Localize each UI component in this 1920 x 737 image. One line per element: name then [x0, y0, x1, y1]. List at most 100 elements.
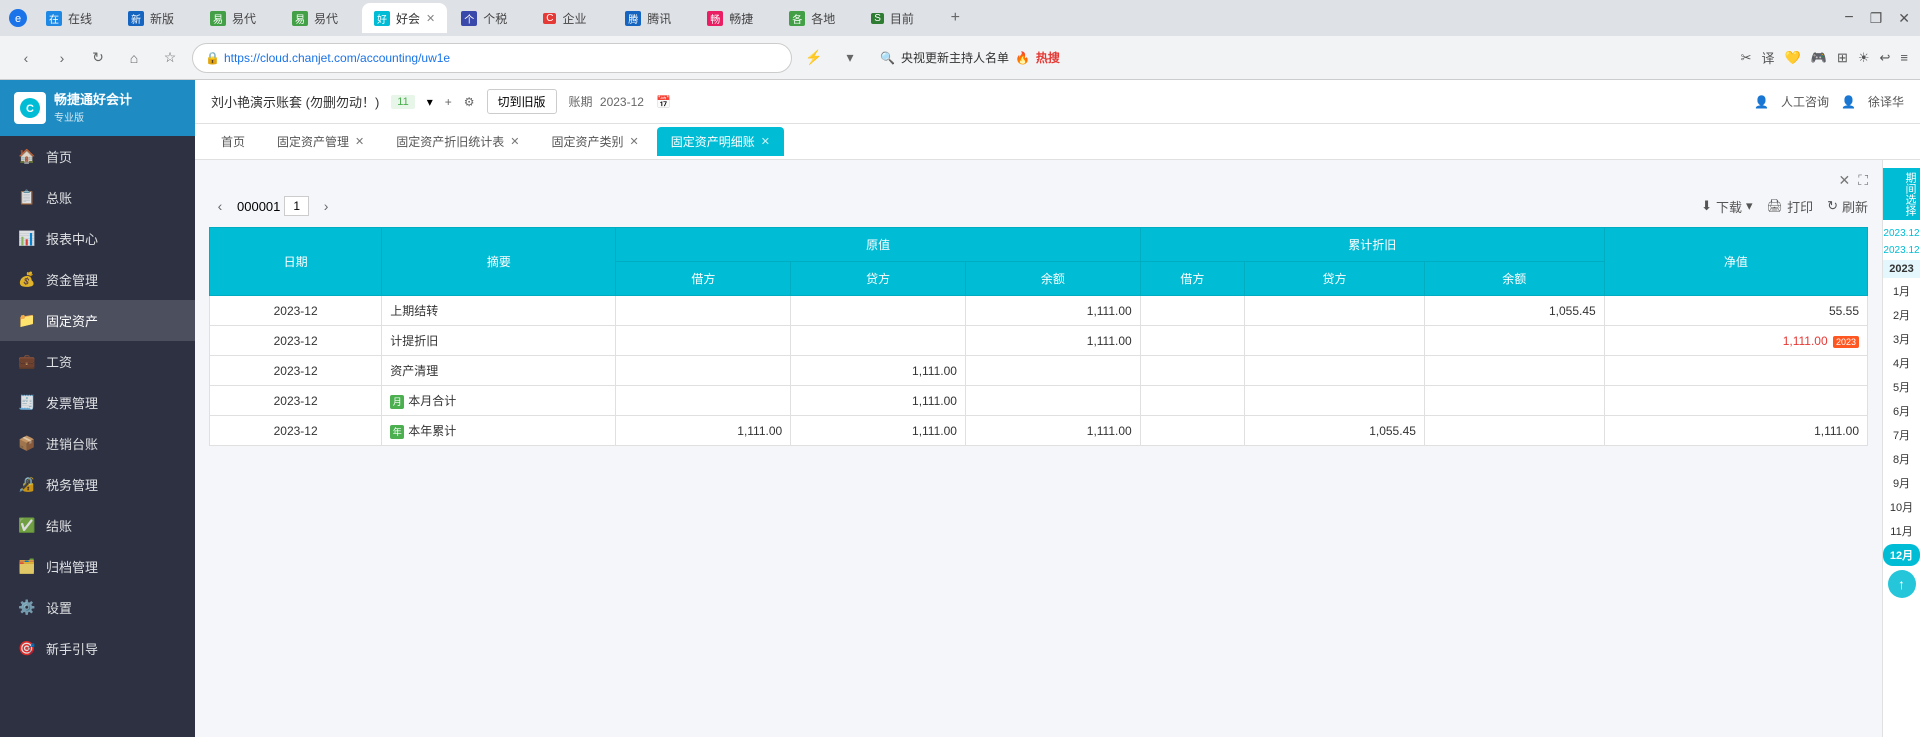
period-month-9[interactable]: 9月 — [1883, 472, 1920, 494]
scroll-top-btn[interactable]: ↑ — [1888, 570, 1916, 598]
sidebar-item-fixed-assets[interactable]: 📁 固定资产 — [0, 300, 195, 341]
tab-changjie[interactable]: 畅 畅捷 — [695, 3, 775, 33]
page-tab-detail-ledger[interactable]: 固定资产明细账 ✕ — [657, 127, 784, 156]
window-minimize-btn[interactable]: − — [1838, 9, 1859, 27]
scissors-icon[interactable]: ✂ — [1741, 50, 1752, 66]
tab-qiye[interactable]: C 企业 — [531, 3, 611, 33]
sidebar-item-tax[interactable]: 🔏 税务管理 — [0, 464, 195, 505]
period-month-8[interactable]: 8月 — [1883, 448, 1920, 470]
refresh-btn[interactable]: ↻ — [84, 44, 112, 72]
switch-version-btn[interactable]: 切到旧版 — [487, 89, 557, 114]
new-tab-button[interactable]: + — [941, 4, 969, 32]
cell-date: 2023-12 — [210, 326, 382, 356]
refresh-table-btn[interactable]: ↻ 刷新 — [1827, 197, 1868, 216]
archive-icon: 🗂️ — [18, 558, 36, 576]
brightness-icon[interactable]: ☀ — [1858, 50, 1870, 66]
app-header: 刘小艳演示账套 (勿删勿动！) 11 ▾ + ⚙ 切到旧版 账期 2023-12… — [195, 80, 1920, 124]
add-account-btn[interactable]: + — [445, 95, 452, 109]
back-btn[interactable]: ‹ — [12, 44, 40, 72]
sidebar-item-closing[interactable]: ✅ 结账 — [0, 505, 195, 546]
address-bar[interactable]: 🔒 https://cloud.chanjet.com/accounting/u… — [192, 43, 792, 73]
period-month-11[interactable]: 11月 — [1883, 520, 1920, 542]
tab-geshui[interactable]: 个 个税 — [449, 3, 529, 33]
settings-btn[interactable]: ⚙ — [464, 95, 475, 109]
tab-haokuai[interactable]: 好 好会 ✕ — [362, 3, 447, 33]
close-panel-icon[interactable]: ✕ — [1838, 172, 1850, 189]
page-num-input[interactable]: 1 — [284, 196, 309, 216]
period-month-3[interactable]: 3月 — [1883, 328, 1920, 350]
expand-icon[interactable]: ⛶ — [1858, 172, 1868, 189]
page-tab-depreciation[interactable]: 固定资产折旧统计表 ✕ — [382, 127, 533, 156]
cell-date: 2023-12 — [210, 296, 382, 326]
tab-close-icon[interactable]: ✕ — [426, 12, 435, 25]
cell-orig-credit: 1,111.00 — [791, 416, 966, 446]
period-month-4[interactable]: 4月 — [1883, 352, 1920, 374]
bookmark-btn[interactable]: ☆ — [156, 44, 184, 72]
sidebar-item-payroll[interactable]: 💼 工资 — [0, 341, 195, 382]
period-month-2[interactable]: 2月 — [1883, 304, 1920, 326]
search-icon: 🔍 — [880, 51, 895, 65]
calendar-icon[interactable]: 📅 — [656, 95, 671, 109]
cell-summary: 资产清理 — [382, 356, 616, 386]
tab-online[interactable]: 在 在线 — [34, 3, 114, 33]
page-tab-home[interactable]: 首页 — [207, 127, 259, 156]
period-month-6[interactable]: 6月 — [1883, 400, 1920, 422]
grid-icon[interactable]: ⊞ — [1837, 50, 1848, 66]
cell-dep-debit — [1140, 356, 1244, 386]
tax-icon: 🔏 — [18, 476, 36, 494]
print-btn[interactable]: 🖨 打印 — [1767, 197, 1814, 216]
period-month-12[interactable]: 12月 — [1883, 544, 1920, 566]
closing-icon: ✅ — [18, 517, 36, 535]
download-btn[interactable]: ⬇ 下载 ▾ — [1701, 197, 1752, 216]
col-orig-credit: 贷方 — [791, 262, 966, 296]
sidebar-item-archive[interactable]: 🗂️ 归档管理 — [0, 546, 195, 587]
sidebar-label-payroll: 工资 — [46, 352, 72, 371]
sidebar-item-report[interactable]: 📊 报表中心 — [0, 218, 195, 259]
tab-yidai2[interactable]: 易 易代 — [280, 3, 360, 33]
sidebar-item-guide[interactable]: 🎯 新手引导 — [0, 628, 195, 669]
sidebar-label-invoice: 发票管理 — [46, 393, 98, 412]
next-page-btn[interactable]: › — [315, 195, 337, 217]
period-month-10[interactable]: 10月 — [1883, 496, 1920, 518]
page-tab-fixed-assets-mgmt[interactable]: 固定资产管理 ✕ — [263, 127, 378, 156]
tab-close-fixed-assets-mgmt[interactable]: ✕ — [355, 135, 364, 148]
tab-tencent[interactable]: 腾 腾讯 — [613, 3, 693, 33]
sidebar-item-fund[interactable]: 💰 资金管理 — [0, 259, 195, 300]
sidebar-item-home[interactable]: 🏠 首页 — [0, 136, 195, 177]
tab-close-detail-ledger[interactable]: ✕ — [761, 135, 770, 148]
window-restore-btn[interactable]: ❐ — [1864, 10, 1889, 27]
tab-gedi[interactable]: 各 各地 — [777, 3, 857, 33]
sidebar-item-settings[interactable]: ⚙️ 设置 — [0, 587, 195, 628]
game-icon[interactable]: 🎮 — [1811, 50, 1827, 66]
page-tabs: 首页 固定资产管理 ✕ 固定资产折旧统计表 ✕ 固定资产类别 ✕ 固定资产明细账… — [195, 124, 1920, 160]
wallet-icon[interactable]: 💛 — [1785, 50, 1801, 66]
tab-muqian[interactable]: S 目前 — [859, 3, 939, 33]
period-month-1[interactable]: 1月 — [1883, 280, 1920, 302]
year-label: 2023 — [1883, 260, 1920, 278]
dropdown-arrow[interactable]: ▾ — [427, 95, 433, 109]
page-tab-category[interactable]: 固定资产类别 ✕ — [537, 127, 652, 156]
prev-page-btn[interactable]: ‹ — [209, 195, 231, 217]
home-btn[interactable]: ⌂ — [120, 44, 148, 72]
menu-icon[interactable]: ≡ — [1900, 50, 1908, 65]
cell-dep-debit — [1140, 386, 1244, 416]
tab-close-depreciation[interactable]: ✕ — [510, 135, 519, 148]
user-name: 徐译华 — [1868, 93, 1904, 110]
window-close-btn[interactable]: ✕ — [1892, 10, 1916, 27]
forward-btn[interactable]: › — [48, 44, 76, 72]
sidebar-item-ledger[interactable]: 📋 总账 — [0, 177, 195, 218]
period-month-5[interactable]: 5月 — [1883, 376, 1920, 398]
help-btn[interactable]: 人工咨询 — [1781, 93, 1829, 110]
sidebar-item-purchase-sales[interactable]: 📦 进销台账 — [0, 423, 195, 464]
tab-new[interactable]: 新 新版 — [116, 3, 196, 33]
tab-close-category[interactable]: ✕ — [630, 135, 639, 148]
translate-icon[interactable]: 译 — [1762, 48, 1775, 67]
undo-icon[interactable]: ↩ — [1880, 50, 1891, 66]
dropdown-btn[interactable]: ▾ — [836, 44, 864, 72]
download-dropdown-icon[interactable]: ▾ — [1746, 198, 1753, 214]
cell-orig-balance: 1,111.00 — [965, 416, 1140, 446]
sidebar-item-invoice[interactable]: 🧾 发票管理 — [0, 382, 195, 423]
period-month-7[interactable]: 7月 — [1883, 424, 1920, 446]
cell-date: 2023-12 — [210, 416, 382, 446]
tab-yidai1[interactable]: 易 易代 — [198, 3, 278, 33]
